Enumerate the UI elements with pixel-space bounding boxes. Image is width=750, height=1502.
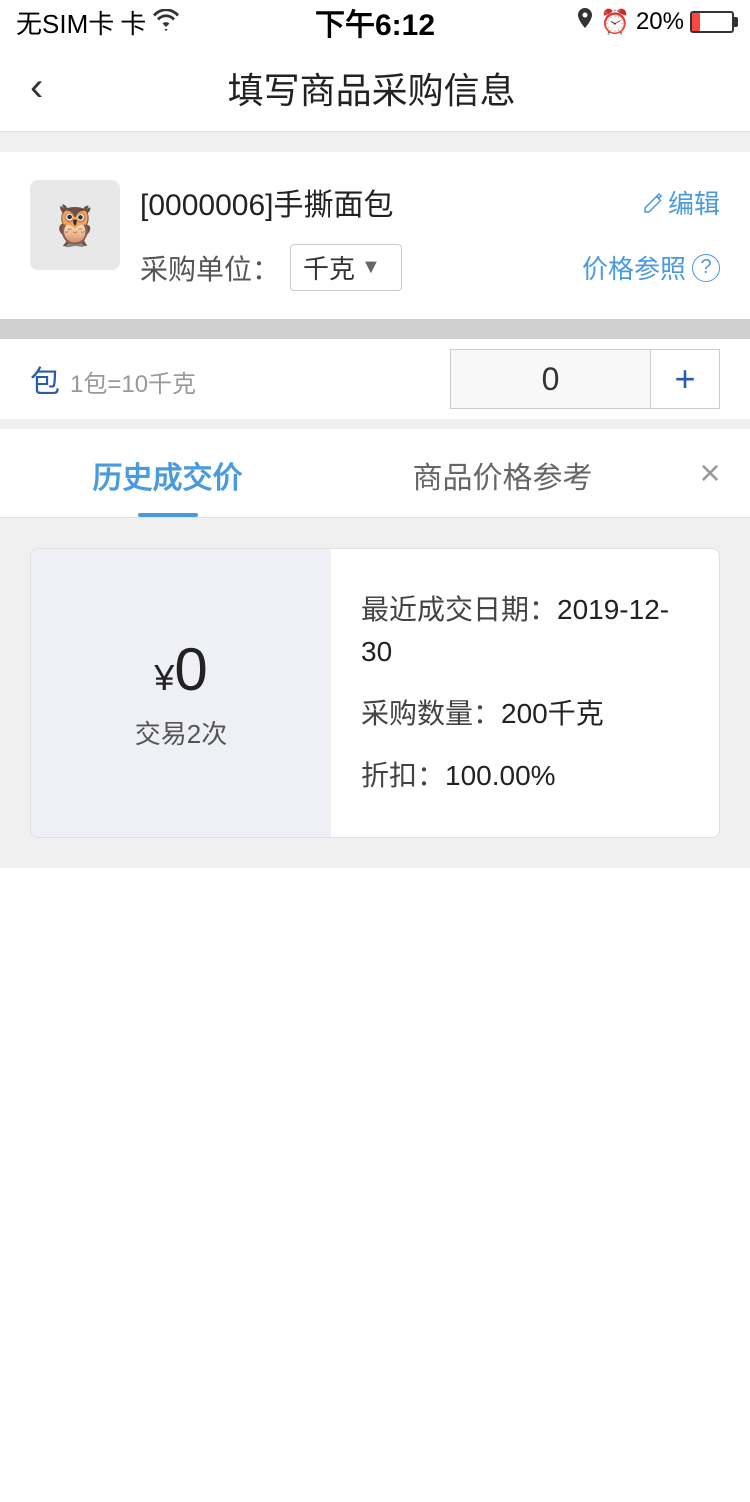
unit-value: 千克: [303, 249, 355, 286]
transaction-count: 交易2次: [135, 714, 227, 751]
page-title: 填写商品采购信息: [63, 62, 680, 114]
sim-label: 卡: [120, 4, 146, 41]
tab-panel: 历史成交价 商品价格参考 × ¥0 交易2次 最近成交日期：2019-12-30…: [0, 419, 750, 868]
quantity-plus-button[interactable]: +: [650, 349, 720, 409]
transaction-summary: ¥0 交易2次: [31, 549, 331, 837]
status-bar: 无SIM卡 卡 下午6:12 ⏰ 20%: [0, 0, 750, 44]
edit-label: 编辑: [668, 184, 720, 221]
detail-discount-label: 折扣：: [361, 760, 445, 791]
currency-symbol: ¥: [154, 657, 174, 698]
status-left: 无SIM卡 卡: [16, 4, 180, 41]
quantity-input[interactable]: [450, 349, 650, 409]
status-time: 下午6:12: [315, 0, 435, 44]
quantity-input-group: +: [450, 349, 720, 409]
tab-content: ¥0 交易2次 最近成交日期：2019-12-30 采购数量：200千克 折扣：…: [0, 518, 750, 868]
location-icon: [576, 8, 594, 37]
bottom-area: [0, 868, 750, 1502]
edit-icon: [642, 191, 664, 213]
detail-row-discount: 折扣：100.00%: [361, 755, 689, 797]
detail-date-label: 最近成交日期：: [361, 594, 557, 625]
detail-row-date: 最近成交日期：2019-12-30: [361, 589, 689, 673]
product-card: 🦉 [0000006]手撕面包 编辑 采购单位： 千克 ▼: [0, 152, 750, 319]
unit-label: 采购单位：: [140, 248, 280, 288]
price-reference-button[interactable]: 价格参照 ?: [582, 249, 720, 286]
quantity-row: 包 1包=10千克 +: [0, 339, 750, 419]
tab-product-price[interactable]: 商品价格参考: [335, 429, 670, 517]
qty-unit-ratio: 1包=10千克: [70, 364, 196, 399]
product-logo: 🦉: [50, 202, 100, 249]
qty-unit-name: 包: [30, 357, 60, 401]
battery-percent: 20%: [636, 8, 684, 36]
carrier-label: 无SIM卡: [16, 4, 114, 41]
detail-qty-label: 采购数量：: [361, 698, 501, 729]
dropdown-arrow-icon: ▼: [361, 256, 381, 279]
transaction-details: 最近成交日期：2019-12-30 采购数量：200千克 折扣：100.00%: [331, 549, 719, 837]
nav-bar: ‹ 填写商品采购信息: [0, 44, 750, 132]
tab-header: 历史成交价 商品价格参考 ×: [0, 429, 750, 518]
tab-history-price[interactable]: 历史成交价: [0, 429, 335, 517]
tab-product-label: 商品价格参考: [413, 462, 593, 495]
edit-button[interactable]: 编辑: [642, 184, 720, 221]
product-name: [0000006]手撕面包: [140, 180, 393, 224]
status-right: ⏰ 20%: [576, 8, 734, 37]
alarm-icon: ⏰: [600, 8, 630, 37]
wifi-icon: [152, 7, 180, 38]
gray-divider: [0, 319, 750, 339]
detail-row-quantity: 采购数量：200千克: [361, 693, 689, 735]
transaction-price: ¥0: [154, 635, 207, 704]
detail-qty-value: 200千克: [501, 698, 604, 729]
product-thumbnail: 🦉: [30, 180, 120, 270]
battery-icon: [690, 11, 734, 33]
back-button[interactable]: ‹: [30, 65, 43, 110]
detail-discount-value: 100.00%: [445, 760, 556, 791]
price-ref-label: 价格参照: [582, 249, 686, 286]
help-icon: ?: [692, 254, 720, 282]
unit-select[interactable]: 千克 ▼: [290, 244, 402, 291]
tab-history-label: 历史成交价: [93, 462, 243, 495]
product-info: [0000006]手撕面包 编辑 采购单位： 千克 ▼: [140, 180, 720, 291]
tab-close-button[interactable]: ×: [670, 432, 750, 514]
transaction-card: ¥0 交易2次 最近成交日期：2019-12-30 采购数量：200千克 折扣：…: [30, 548, 720, 838]
price-value: 0: [174, 636, 207, 703]
